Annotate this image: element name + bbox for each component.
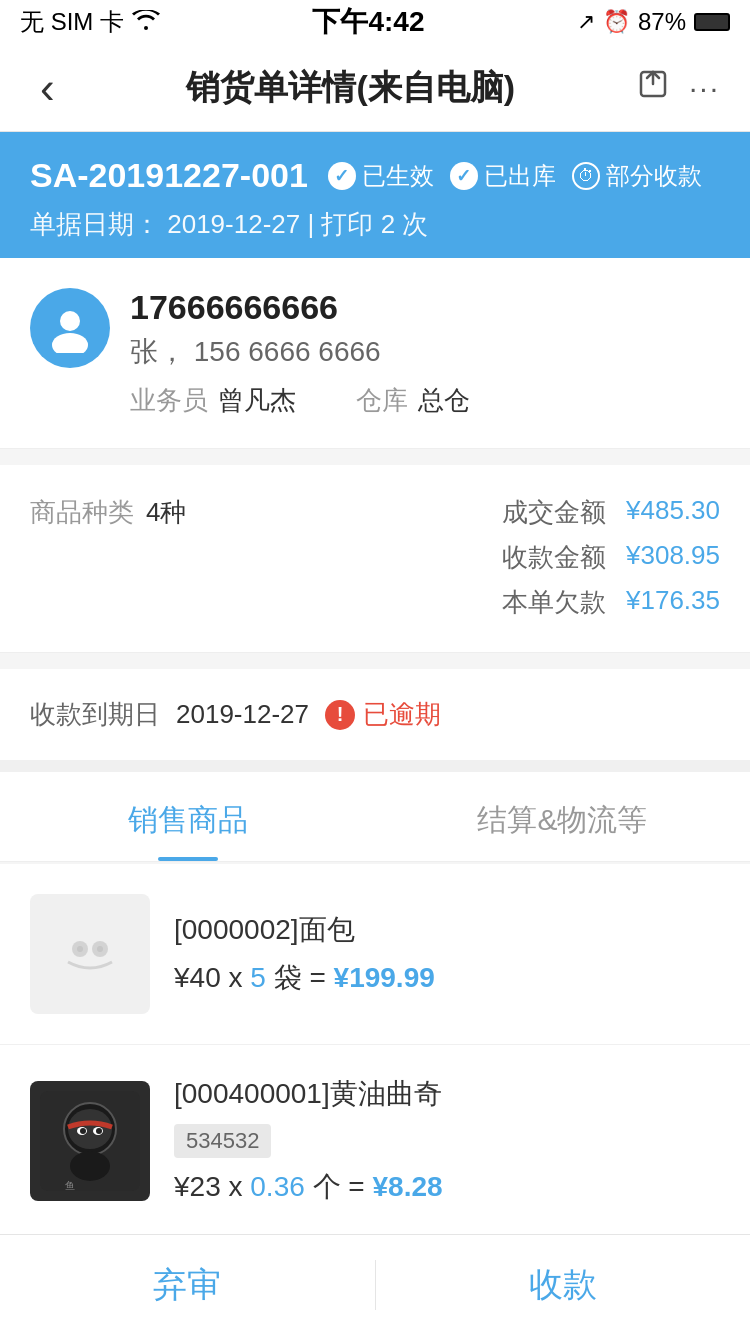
svg-point-5 (77, 946, 83, 952)
stats-right: 成交金额 ¥485.30 收款金额 ¥308.95 本单欠款 ¥176.35 (375, 495, 720, 632)
product-item-2: 鱼 [000400001]黄油曲奇 534532 ¥23 x 0.36 个 = … (0, 1045, 750, 1237)
customer-contact: 张， 156 6666 6666 (130, 333, 720, 371)
product-price-2: ¥23 x 0.36 个 = ¥8.28 (174, 1168, 720, 1206)
tab-logistics[interactable]: 结算&物流等 (375, 772, 750, 861)
customer-section: 17666666666 张， 156 6666 6666 业务员 曾凡杰 仓库 … (0, 258, 750, 449)
nav-bar: ‹ 销货单详情(来自电脑) ··· (0, 44, 750, 132)
wifi-icon (132, 8, 160, 36)
clock-icon: ⏱ (572, 162, 600, 190)
svg-point-13 (96, 1128, 102, 1134)
page-title: 销货单详情(来自电脑) (186, 65, 515, 111)
customer-meta: 业务员 曾凡杰 仓库 总仓 (130, 383, 720, 418)
product-item-1: [0000002]面包 ¥40 x 5 袋 = ¥199.99 (0, 864, 750, 1045)
receipt-row: 收款金额 ¥308.95 (502, 540, 720, 575)
product-info-1: [0000002]面包 ¥40 x 5 袋 = ¥199.99 (174, 911, 720, 997)
battery-icon (694, 13, 730, 31)
status-time: 下午4:42 (312, 3, 424, 41)
badge-active: ✓ 已生效 (328, 160, 434, 192)
avatar (30, 288, 110, 368)
svg-point-1 (60, 311, 80, 331)
category-row: 商品种类 4种 (30, 495, 375, 530)
check-icon-1: ✓ (328, 162, 356, 190)
stats-section: 商品种类 4种 成交金额 ¥485.30 收款金额 ¥308.95 本单欠款 ¥… (0, 465, 750, 653)
location-icon: ↗ (577, 9, 595, 35)
product-sku-2: 534532 (174, 1124, 271, 1158)
svg-point-12 (80, 1128, 86, 1134)
tab-products[interactable]: 销售商品 (0, 772, 375, 861)
stats-left: 商品种类 4种 (30, 495, 375, 538)
battery-text: 87% (638, 8, 686, 36)
product-name-2: [000400001]黄油曲奇 (174, 1075, 720, 1113)
alarm-icon: ⏰ (603, 9, 630, 35)
status-right: ↗ ⏰ 87% (577, 8, 730, 36)
order-banner: SA-20191227-001 ✓ 已生效 ✓ 已出库 ⏱ 部分收款 单据日期：… (0, 132, 750, 258)
order-number: SA-20191227-001 (30, 156, 308, 195)
confirm-button[interactable]: 收款 (376, 1262, 751, 1308)
svg-point-2 (52, 333, 88, 353)
warehouse-meta: 仓库 总仓 (356, 383, 470, 418)
badge-shipped: ✓ 已出库 (450, 160, 556, 192)
product-name-1: [0000002]面包 (174, 911, 720, 949)
overdue-icon: ! (325, 700, 355, 730)
status-badges: ✓ 已生效 ✓ 已出库 ⏱ 部分收款 (328, 160, 702, 192)
product-list: [0000002]面包 ¥40 x 5 袋 = ¥199.99 (0, 864, 750, 1237)
cancel-button[interactable]: 弃审 (0, 1262, 375, 1308)
product-price-1: ¥40 x 5 袋 = ¥199.99 (174, 959, 720, 997)
overdue-badge: ! 已逾期 (325, 697, 441, 732)
svg-text:鱼: 鱼 (65, 1180, 75, 1191)
bottom-bar: 弃审 收款 (0, 1234, 750, 1334)
order-date: 单据日期： 2019-12-27 | 打印 2 次 (30, 207, 720, 242)
more-icon[interactable]: ··· (689, 71, 720, 105)
back-button[interactable]: ‹ (30, 56, 65, 120)
product-thumb-1 (30, 894, 150, 1014)
sales-meta: 业务员 曾凡杰 (130, 383, 296, 418)
status-left: 无 SIM 卡 (20, 6, 160, 38)
check-icon-2: ✓ (450, 162, 478, 190)
svg-point-9 (68, 1109, 112, 1149)
nav-actions: ··· (637, 68, 720, 107)
debt-row: 本单欠款 ¥176.35 (502, 585, 720, 620)
deal-row: 成交金额 ¥485.30 (502, 495, 720, 530)
customer-id: 17666666666 (130, 288, 720, 327)
svg-point-14 (70, 1151, 110, 1181)
product-thumb-2: 鱼 (30, 1081, 150, 1201)
signal-text: 无 SIM 卡 (20, 6, 124, 38)
status-bar: 无 SIM 卡 下午4:42 ↗ ⏰ 87% (0, 0, 750, 44)
due-date-section: 收款到期日 2019-12-27 ! 已逾期 (0, 669, 750, 772)
svg-point-6 (97, 946, 103, 952)
tabs-section: 销售商品 结算&物流等 (0, 772, 750, 862)
customer-info: 17666666666 张， 156 6666 6666 业务员 曾凡杰 仓库 … (130, 288, 720, 418)
share-icon[interactable] (637, 68, 669, 107)
product-info-2: [000400001]黄油曲奇 534532 ¥23 x 0.36 个 = ¥8… (174, 1075, 720, 1206)
badge-partial: ⏱ 部分收款 (572, 160, 702, 192)
